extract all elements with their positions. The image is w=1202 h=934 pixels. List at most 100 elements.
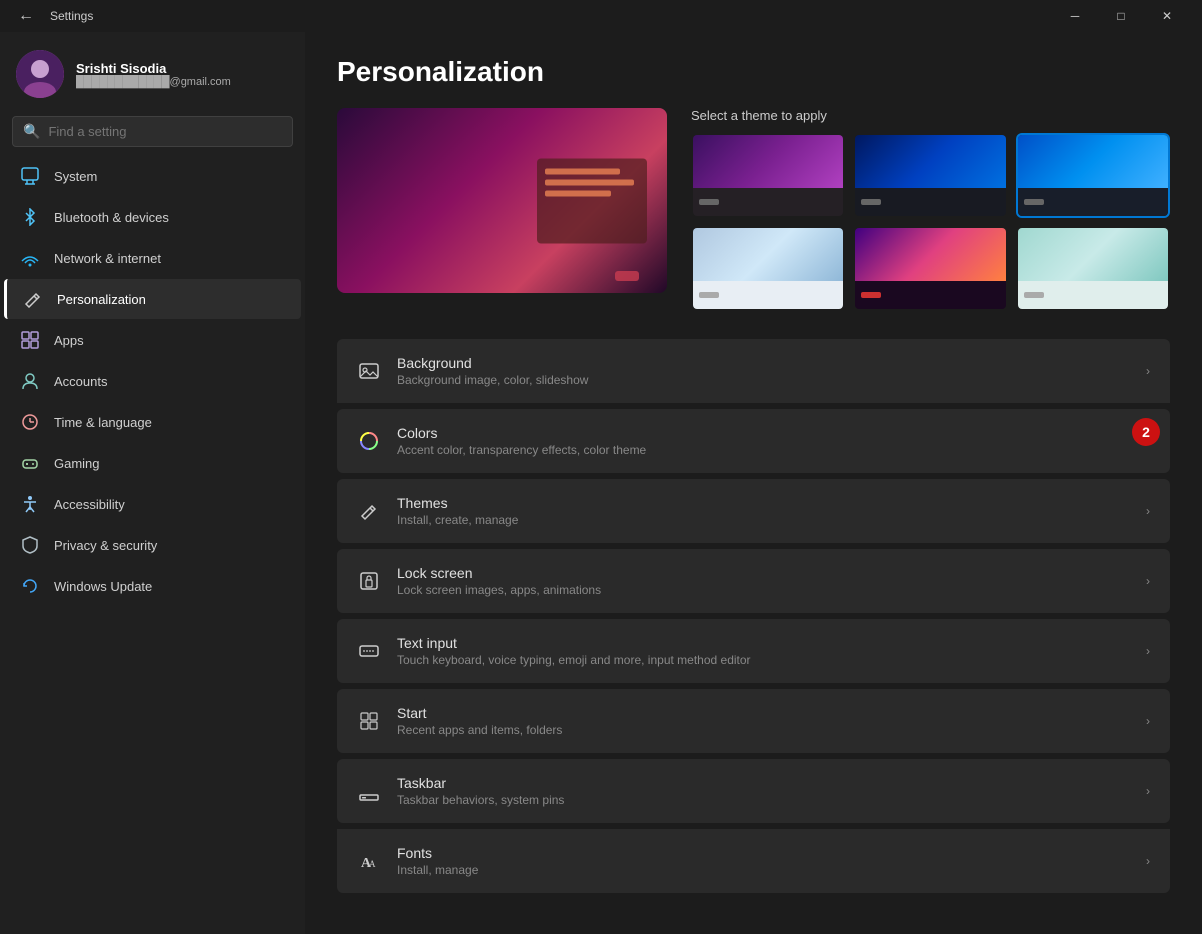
settings-group-themes: Themes Install, create, manage › bbox=[337, 479, 1170, 543]
settings-item-themes[interactable]: Themes Install, create, manage › bbox=[337, 479, 1170, 543]
chevron-icon-themes: › bbox=[1146, 504, 1150, 518]
settings-group-textinput: Text input Touch keyboard, voice typing,… bbox=[337, 619, 1170, 683]
theme-section: Select a theme to apply bbox=[337, 108, 1170, 311]
settings-item-desc-lockscreen: Lock screen images, apps, animations bbox=[397, 583, 1130, 597]
chevron-icon-background: › bbox=[1146, 364, 1150, 378]
chevron-icon-textinput: › bbox=[1146, 644, 1150, 658]
settings-item-title-fonts: Fonts bbox=[397, 845, 1130, 861]
search-icon: 🔍 bbox=[23, 123, 40, 140]
sidebar-item-system[interactable]: System bbox=[4, 156, 301, 196]
close-button[interactable]: ✕ bbox=[1144, 0, 1190, 32]
theme-grid-label: Select a theme to apply bbox=[691, 108, 1170, 123]
theme-grid bbox=[691, 133, 1170, 311]
user-email: ████████████@gmail.com bbox=[76, 76, 231, 88]
theme-preview bbox=[337, 108, 667, 293]
theme-thumb-dot-3 bbox=[1024, 199, 1044, 205]
theme-option-4[interactable] bbox=[691, 226, 845, 311]
theme-option-1[interactable] bbox=[691, 133, 845, 218]
settings-group-background: Background Background image, color, slid… bbox=[337, 339, 1170, 403]
settings-item-fonts[interactable]: AA Fonts Install, manage › bbox=[337, 829, 1170, 893]
titlebar-controls: ─ □ ✕ bbox=[1052, 0, 1190, 32]
settings-group-lockscreen: Lock screen Lock screen images, apps, an… bbox=[337, 549, 1170, 613]
search-box[interactable]: 🔍 bbox=[12, 116, 293, 147]
sidebar-item-update[interactable]: Windows Update bbox=[4, 566, 301, 606]
theme-thumb-dot-1 bbox=[699, 199, 719, 205]
personalization-icon bbox=[23, 289, 43, 309]
privacy-icon bbox=[20, 535, 40, 555]
settings-item-textinput[interactable]: Text input Touch keyboard, voice typing,… bbox=[337, 619, 1170, 683]
settings-item-desc-colors: Accent color, transparency effects, colo… bbox=[397, 443, 1130, 457]
settings-item-lockscreen[interactable]: Lock screen Lock screen images, apps, an… bbox=[337, 549, 1170, 613]
sidebar-item-accounts[interactable]: Accounts bbox=[4, 361, 301, 401]
sidebar-nav: System Bluetooth & devices Network & int… bbox=[0, 155, 305, 924]
settings-item-background[interactable]: Background Background image, color, slid… bbox=[337, 339, 1170, 403]
preview-line-1 bbox=[545, 168, 620, 174]
time-icon bbox=[20, 412, 40, 432]
start-icon bbox=[357, 709, 381, 733]
accessibility-icon bbox=[20, 494, 40, 514]
theme-option-6[interactable] bbox=[1016, 226, 1170, 311]
theme-thumb-bar-3 bbox=[1018, 188, 1168, 216]
theme-thumb-dot-6 bbox=[1024, 292, 1044, 298]
settings-item-text-textinput: Text input Touch keyboard, voice typing,… bbox=[397, 635, 1130, 667]
theme-grid-section: Select a theme to apply bbox=[691, 108, 1170, 311]
theme-option-2[interactable] bbox=[853, 133, 1007, 218]
textinput-icon bbox=[357, 639, 381, 663]
settings-item-colors[interactable]: Colors Accent color, transparency effect… bbox=[337, 409, 1170, 473]
settings-item-desc-background: Background image, color, slideshow bbox=[397, 373, 1130, 387]
theme-thumb-bar-2 bbox=[855, 188, 1005, 216]
chevron-icon-fonts: › bbox=[1146, 854, 1150, 868]
sidebar-item-label-accessibility: Accessibility bbox=[54, 497, 125, 512]
theme-thumb-dot-2 bbox=[861, 199, 881, 205]
theme-thumb-dot-4 bbox=[699, 292, 719, 298]
sidebar-item-network[interactable]: Network & internet bbox=[4, 238, 301, 278]
theme-thumb-inner-4 bbox=[693, 228, 843, 281]
settings-group-taskbar: Taskbar Taskbar behaviors, system pins › bbox=[337, 759, 1170, 823]
search-input[interactable] bbox=[48, 124, 282, 139]
gaming-icon bbox=[20, 453, 40, 473]
sidebar-item-personalization[interactable]: Personalization bbox=[4, 279, 301, 319]
theme-thumb-inner-3 bbox=[1018, 135, 1168, 188]
maximize-button[interactable]: □ bbox=[1098, 0, 1144, 32]
theme-thumb-bar-1 bbox=[693, 188, 843, 216]
settings-item-text-colors: Colors Accent color, transparency effect… bbox=[397, 425, 1130, 457]
avatar bbox=[16, 50, 64, 98]
sidebar-item-label-bluetooth: Bluetooth & devices bbox=[54, 210, 169, 225]
lockscreen-icon bbox=[357, 569, 381, 593]
settings-item-title-textinput: Text input bbox=[397, 635, 1130, 651]
theme-thumb-bar-5 bbox=[855, 281, 1005, 309]
preview-line-3 bbox=[545, 190, 611, 196]
theme-thumb-inner-5 bbox=[855, 228, 1005, 281]
sidebar-item-time[interactable]: Time & language bbox=[4, 402, 301, 442]
preview-line-2 bbox=[545, 179, 634, 185]
user-profile[interactable]: Srishti Sisodia ████████████@gmail.com bbox=[0, 32, 305, 112]
settings-item-desc-start: Recent apps and items, folders bbox=[397, 723, 1130, 737]
theme-thumb-bar-6 bbox=[1018, 281, 1168, 309]
sidebar-item-apps[interactable]: Apps bbox=[4, 320, 301, 360]
preview-inner bbox=[537, 158, 647, 243]
user-name: Srishti Sisodia bbox=[76, 61, 231, 76]
chevron-icon-taskbar: › bbox=[1146, 784, 1150, 798]
settings-item-title-lockscreen: Lock screen bbox=[397, 565, 1130, 581]
fonts-icon: AA bbox=[357, 849, 381, 873]
sidebar-item-label-accounts: Accounts bbox=[54, 374, 107, 389]
back-button[interactable]: ← bbox=[12, 3, 40, 29]
update-icon bbox=[20, 576, 40, 596]
settings-item-desc-taskbar: Taskbar behaviors, system pins bbox=[397, 793, 1130, 807]
settings-item-start[interactable]: Start Recent apps and items, folders › bbox=[337, 689, 1170, 753]
sidebar-item-accessibility[interactable]: Accessibility bbox=[4, 484, 301, 524]
settings-item-text-lockscreen: Lock screen Lock screen images, apps, an… bbox=[397, 565, 1130, 597]
settings-item-taskbar[interactable]: Taskbar Taskbar behaviors, system pins › bbox=[337, 759, 1170, 823]
minimize-button[interactable]: ─ bbox=[1052, 0, 1098, 32]
sidebar-item-label-network: Network & internet bbox=[54, 251, 161, 266]
settings-item-title-themes: Themes bbox=[397, 495, 1130, 511]
sidebar-item-bluetooth[interactable]: Bluetooth & devices bbox=[4, 197, 301, 237]
sidebar-item-privacy[interactable]: Privacy & security bbox=[4, 525, 301, 565]
sidebar-item-gaming[interactable]: Gaming bbox=[4, 443, 301, 483]
accounts-icon bbox=[20, 371, 40, 391]
theme-option-5[interactable] bbox=[853, 226, 1007, 311]
themes-icon bbox=[357, 499, 381, 523]
chevron-icon-lockscreen: › bbox=[1146, 574, 1150, 588]
theme-option-3[interactable] bbox=[1016, 133, 1170, 218]
settings-item-desc-textinput: Touch keyboard, voice typing, emoji and … bbox=[397, 653, 1130, 667]
